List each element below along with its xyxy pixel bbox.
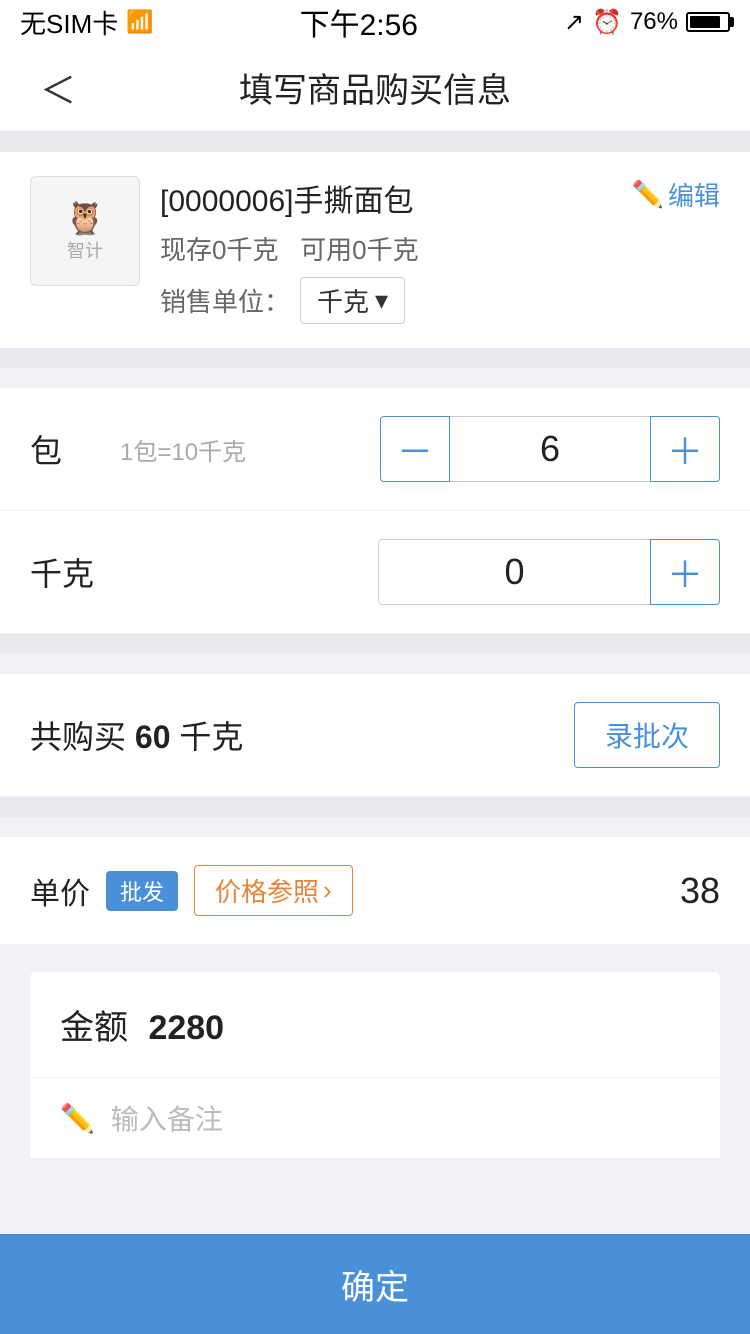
edit-icon: ✏️ bbox=[632, 179, 664, 210]
unit-select[interactable]: 千克 ▾ bbox=[300, 277, 405, 324]
confirm-button[interactable]: 确定 bbox=[0, 1234, 750, 1334]
status-right: ↗ ⏰ 76% bbox=[564, 8, 730, 37]
price-value: 38 bbox=[680, 870, 720, 912]
qty-bao-minus-button[interactable]: － bbox=[380, 416, 450, 482]
product-title: 手撕面包 bbox=[293, 185, 413, 218]
product-card: 🦉 智计 [0000006]手撕面包 ✏️ 编辑 现存0千克 可用0千克 销售单… bbox=[0, 152, 750, 348]
qty-bao-controls: － ＋ bbox=[380, 416, 720, 482]
unit-prefix: 销售单位： bbox=[160, 282, 290, 319]
section-divider-1 bbox=[0, 348, 750, 368]
product-stock: 现存0千克 可用0千克 bbox=[160, 230, 720, 267]
brand-label: 智计 bbox=[67, 237, 103, 263]
batch-button[interactable]: 录批次 bbox=[574, 702, 720, 768]
qty-kg-input[interactable] bbox=[378, 539, 650, 605]
main-content: 🦉 智计 [0000006]手撕面包 ✏️ 编辑 现存0千克 可用0千克 销售单… bbox=[0, 132, 750, 1334]
nav-bar: ＜ 填写商品购买信息 bbox=[0, 44, 750, 132]
wifi-icon: 📶 bbox=[126, 9, 153, 35]
qty-section: 包 1包=10千克 － ＋ 千克 ＋ bbox=[0, 388, 750, 634]
qty-bao-input[interactable] bbox=[450, 416, 650, 482]
price-ref-label: 价格参照 bbox=[215, 872, 319, 909]
qty-kg-plus-button[interactable]: ＋ bbox=[650, 539, 720, 605]
note-placeholder: 输入备注 bbox=[111, 1098, 223, 1138]
product-code: [0000006] bbox=[160, 185, 293, 218]
available-label: 可用0千克 bbox=[300, 235, 418, 265]
owl-icon: 🦉 bbox=[65, 199, 105, 237]
back-button[interactable]: ＜ bbox=[30, 52, 86, 124]
qty-kg-controls: ＋ bbox=[378, 539, 720, 605]
qty-bao-hint: 1包=10千克 bbox=[120, 432, 380, 467]
stock-label: 现存0千克 bbox=[160, 235, 278, 265]
alarm-icon: ⏰ bbox=[592, 8, 622, 37]
price-ref-button[interactable]: 价格参照 › bbox=[194, 865, 353, 916]
qty-bao-label: 包 bbox=[30, 426, 110, 472]
product-info: [0000006]手撕面包 ✏️ 编辑 现存0千克 可用0千克 销售单位： 千克… bbox=[160, 176, 720, 324]
product-name: [0000006]手撕面包 bbox=[160, 176, 413, 220]
amount-row: 金额 2280 bbox=[30, 972, 720, 1077]
product-logo: 🦉 智计 bbox=[65, 199, 105, 263]
status-bar: 无SIM卡 📶 下午2:56 ↗ ⏰ 76% bbox=[0, 0, 750, 44]
edit-button[interactable]: ✏️ 编辑 bbox=[632, 176, 720, 213]
amount-section: 金额 2280 ✏️ 输入备注 bbox=[0, 944, 750, 1158]
amount-label: 金额 bbox=[60, 1009, 128, 1047]
qty-bao-row: 包 1包=10千克 － ＋ bbox=[0, 388, 750, 511]
battery-percent: 76% bbox=[630, 8, 678, 36]
section-divider-3 bbox=[0, 797, 750, 817]
price-badge: 批发 bbox=[106, 871, 178, 911]
page-title: 填写商品购买信息 bbox=[239, 63, 511, 112]
confirm-label: 确定 bbox=[341, 1260, 409, 1309]
status-time: 下午2:56 bbox=[300, 0, 418, 44]
qty-kg-label: 千克 bbox=[30, 549, 110, 595]
unit-chevron-icon: ▾ bbox=[375, 285, 388, 316]
amount-value: 2280 bbox=[148, 1009, 224, 1047]
product-unit-row: 销售单位： 千克 ▾ bbox=[160, 277, 720, 324]
section-divider-top bbox=[0, 132, 750, 152]
price-ref-arrow-icon: › bbox=[323, 875, 332, 906]
unit-value: 千克 bbox=[317, 282, 369, 319]
product-image: 🦉 智计 bbox=[30, 176, 140, 286]
battery-bar bbox=[686, 12, 730, 32]
total-amount: 60 bbox=[135, 719, 179, 755]
note-row[interactable]: ✏️ 输入备注 bbox=[30, 1077, 720, 1158]
pencil-icon: ✏️ bbox=[60, 1102, 95, 1135]
edit-label: 编辑 bbox=[668, 176, 720, 213]
location-icon: ↗ bbox=[564, 8, 584, 37]
price-label: 单价 bbox=[30, 869, 90, 913]
qty-bao-plus-button[interactable]: ＋ bbox=[650, 416, 720, 482]
qty-kg-row: 千克 ＋ bbox=[0, 511, 750, 634]
carrier-text: 无SIM卡 bbox=[20, 4, 118, 41]
total-prefix: 共购买 bbox=[30, 719, 126, 755]
status-left: 无SIM卡 📶 bbox=[20, 4, 154, 41]
total-unit: 千克 bbox=[179, 719, 243, 755]
total-row: 共购买 60 千克 录批次 bbox=[0, 674, 750, 797]
price-section: 单价 批发 价格参照 › 38 bbox=[0, 837, 750, 944]
total-text: 共购买 60 千克 bbox=[30, 712, 243, 758]
battery-fill bbox=[690, 16, 720, 28]
section-divider-2 bbox=[0, 634, 750, 654]
